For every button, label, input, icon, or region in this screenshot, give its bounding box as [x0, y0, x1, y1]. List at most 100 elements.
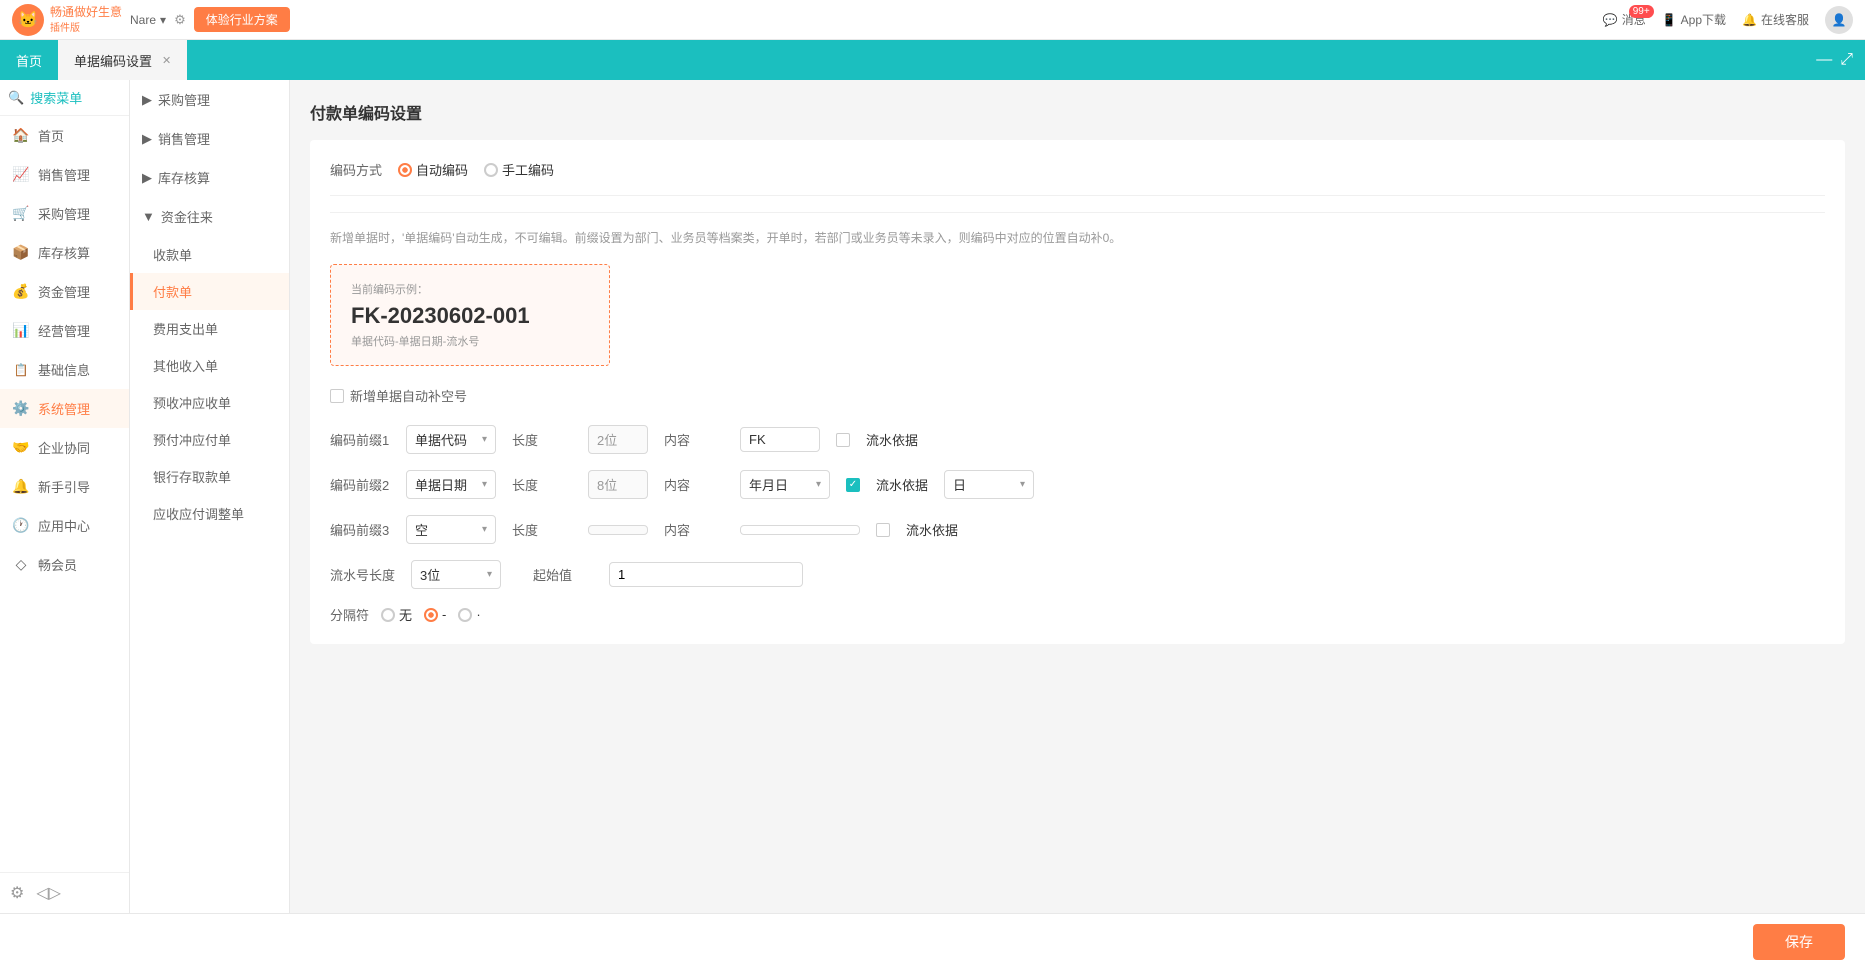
content3-label: 内容 — [664, 520, 724, 539]
sidebar-item-finance[interactable]: 💰 资金管理 — [0, 272, 129, 311]
sep-none-option[interactable]: 无 — [381, 605, 412, 624]
sep-slash-radio — [458, 608, 472, 622]
main-layout: 🔍 搜索菜单 🏠 首页 📈 销售管理 🛒 采购管理 📦 库存核算 💰 — [0, 80, 1865, 913]
settings-icon[interactable]: ⚙ — [174, 12, 186, 28]
sub-item-other-income[interactable]: 其他收入单 — [130, 347, 289, 384]
prefix1-select[interactable]: 单据代码 ▾ — [406, 425, 496, 454]
preview-code: FK-20230602-001 — [351, 303, 589, 329]
save-button[interactable]: 保存 — [1753, 924, 1845, 960]
content1-input[interactable]: FK — [740, 427, 820, 452]
logo-text-block: 畅通做好生意 插件版 — [50, 5, 122, 34]
tab-close-icon[interactable]: ✕ — [162, 54, 171, 67]
sub-group-inventory-header[interactable]: ▶ 库存核算 — [130, 158, 289, 197]
nav-label: 库存核算 — [38, 243, 90, 262]
sub-item-receipt[interactable]: 收款单 — [130, 236, 289, 273]
content2-select[interactable]: 年月日 ▾ — [740, 470, 830, 499]
sub-item-bank[interactable]: 银行存取款单 — [130, 458, 289, 495]
minimize-icon[interactable]: — — [1816, 51, 1832, 69]
preview-title: 当前编码示例： — [351, 281, 589, 297]
app-download-button[interactable]: 📱 App下载 — [1662, 11, 1726, 28]
sidebar-item-basic[interactable]: 📋 基础信息 — [0, 350, 129, 389]
expand-icon[interactable]: ⤢ — [1840, 51, 1853, 69]
length2-input[interactable]: 8位 — [588, 470, 648, 499]
serial2-label: 流水依据 — [876, 475, 928, 494]
auto-encode-circle — [398, 163, 412, 177]
serial2-checkbox[interactable]: ✓ — [846, 478, 860, 492]
tabbar-actions: — ⤢ — [1816, 51, 1865, 69]
user-avatar[interactable]: 👤 — [1825, 6, 1853, 34]
sub-group-purchase-header[interactable]: ▶ 采购管理 — [130, 80, 289, 119]
start-value-input[interactable] — [609, 562, 803, 587]
nav-label: 应用中心 — [38, 516, 90, 535]
sub-group-capital: ▼ 资金往来 收款单 付款单 费用支出单 其他收入单 预收冲应收单 预付冲应付单… — [130, 197, 289, 532]
auto-fill-checkbox[interactable] — [330, 389, 344, 403]
chevron-down-icon: ▾ — [482, 434, 487, 445]
sidebar-search[interactable]: 🔍 搜索菜单 — [0, 80, 129, 116]
tab-serial-settings[interactable]: 单据编码设置 ✕ — [58, 40, 187, 80]
logo: 🐱 畅通做好生意 插件版 — [12, 4, 122, 36]
sep-options: 无 - · — [381, 605, 481, 624]
auto-encode-label: 自动编码 — [416, 160, 468, 179]
chevron-down-icon: ▾ — [482, 524, 487, 535]
prefix2-select[interactable]: 单据日期 ▾ — [406, 470, 496, 499]
prefix3-label: 编码前缀3 — [330, 520, 390, 539]
message-badge: 99+ — [1629, 5, 1654, 18]
apps-icon: 🕐 — [12, 517, 30, 535]
service-icon: 🔔 — [1742, 13, 1757, 27]
serial3-label: 流水依据 — [906, 520, 958, 539]
prefix3-select[interactable]: 空 ▾ — [406, 515, 496, 544]
sub-item-adjust[interactable]: 应收应付调整单 — [130, 495, 289, 532]
sidebar-item-member[interactable]: ◇ 畅会员 — [0, 545, 129, 584]
sep-dot-radio — [424, 608, 438, 622]
online-service-button[interactable]: 🔔 在线客服 — [1742, 11, 1809, 28]
sidebar-item-sales[interactable]: 📈 销售管理 — [0, 155, 129, 194]
serial2-period-select[interactable]: 日 ▾ — [944, 470, 1034, 499]
purchase-icon: 🛒 — [12, 205, 30, 223]
length3-input[interactable] — [588, 525, 648, 535]
prefix2-row: 编码前缀2 单据日期 ▾ 长度 8位 内容 年月日 ▾ ✓ 流水依据 日 ▾ — [330, 470, 1825, 499]
sub-item-payment[interactable]: 付款单 — [130, 273, 289, 310]
sidebar-item-inventory[interactable]: 📦 库存核算 — [0, 233, 129, 272]
sub-group-capital-header[interactable]: ▼ 资金往来 — [130, 197, 289, 236]
nav-label: 采购管理 — [38, 204, 90, 223]
encode-method-label: 编码方式 — [330, 160, 382, 179]
message-button[interactable]: 💬 消息 99+ — [1603, 11, 1646, 28]
sidebar-item-operation[interactable]: 📊 经营管理 — [0, 311, 129, 350]
sub-item-prepay-offset[interactable]: 预收冲应收单 — [130, 384, 289, 421]
avatar-icon: 👤 — [1832, 13, 1847, 27]
sub-group-sales: ▶ 销售管理 — [130, 119, 289, 158]
sidebar-item-home[interactable]: 🏠 首页 — [0, 116, 129, 155]
settings-bottom-icon[interactable]: ⚙ — [10, 883, 24, 903]
chevron-down-icon: ▾ — [1020, 479, 1025, 490]
trial-button[interactable]: 体验行业方案 — [194, 7, 290, 32]
enterprise-icon: 🤝 — [12, 439, 30, 457]
collapse-icon[interactable]: ◁▷ — [36, 883, 61, 903]
prefix1-select-value: 单据代码 — [415, 430, 467, 449]
serial3-checkbox[interactable] — [876, 523, 890, 537]
length1-input[interactable]: 2位 — [588, 425, 648, 454]
serial-length-select[interactable]: 3位 ▾ — [411, 560, 501, 589]
encode-method-row: 编码方式 自动编码 手工编码 — [330, 160, 1825, 196]
tab-home[interactable]: 首页 — [0, 40, 58, 80]
content3-input[interactable] — [740, 525, 860, 535]
sep-dot-label: - — [442, 607, 446, 622]
manual-encode-radio[interactable]: 手工编码 — [484, 160, 554, 179]
sidebar-item-purchase[interactable]: 🛒 采购管理 — [0, 194, 129, 233]
sidebar-item-system[interactable]: ⚙️ 系统管理 — [0, 389, 129, 428]
serial1-checkbox[interactable] — [836, 433, 850, 447]
auto-encode-radio[interactable]: 自动编码 — [398, 160, 468, 179]
nav-label: 经营管理 — [38, 321, 90, 340]
chevron-down-icon: ▾ — [487, 569, 492, 580]
sub-group-sales-header[interactable]: ▶ 销售管理 — [130, 119, 289, 158]
sidebar-item-apps[interactable]: 🕐 应用中心 — [0, 506, 129, 545]
sep-slash-option[interactable]: · — [458, 607, 480, 622]
sep-dot-option[interactable]: - — [424, 607, 446, 622]
sub-item-prepaid-offset[interactable]: 预付冲应付单 — [130, 421, 289, 458]
company-dropdown[interactable]: Nare ▾ — [130, 13, 166, 27]
sub-item-expense[interactable]: 费用支出单 — [130, 310, 289, 347]
serial-row: 流水号长度 3位 ▾ 起始值 — [330, 560, 1825, 589]
sub-group-label: 资金往来 — [161, 207, 213, 226]
sidebar-item-enterprise[interactable]: 🤝 企业协同 — [0, 428, 129, 467]
prefix3-select-value: 空 — [415, 520, 428, 539]
sidebar-item-guide[interactable]: 🔔 新手引导 — [0, 467, 129, 506]
